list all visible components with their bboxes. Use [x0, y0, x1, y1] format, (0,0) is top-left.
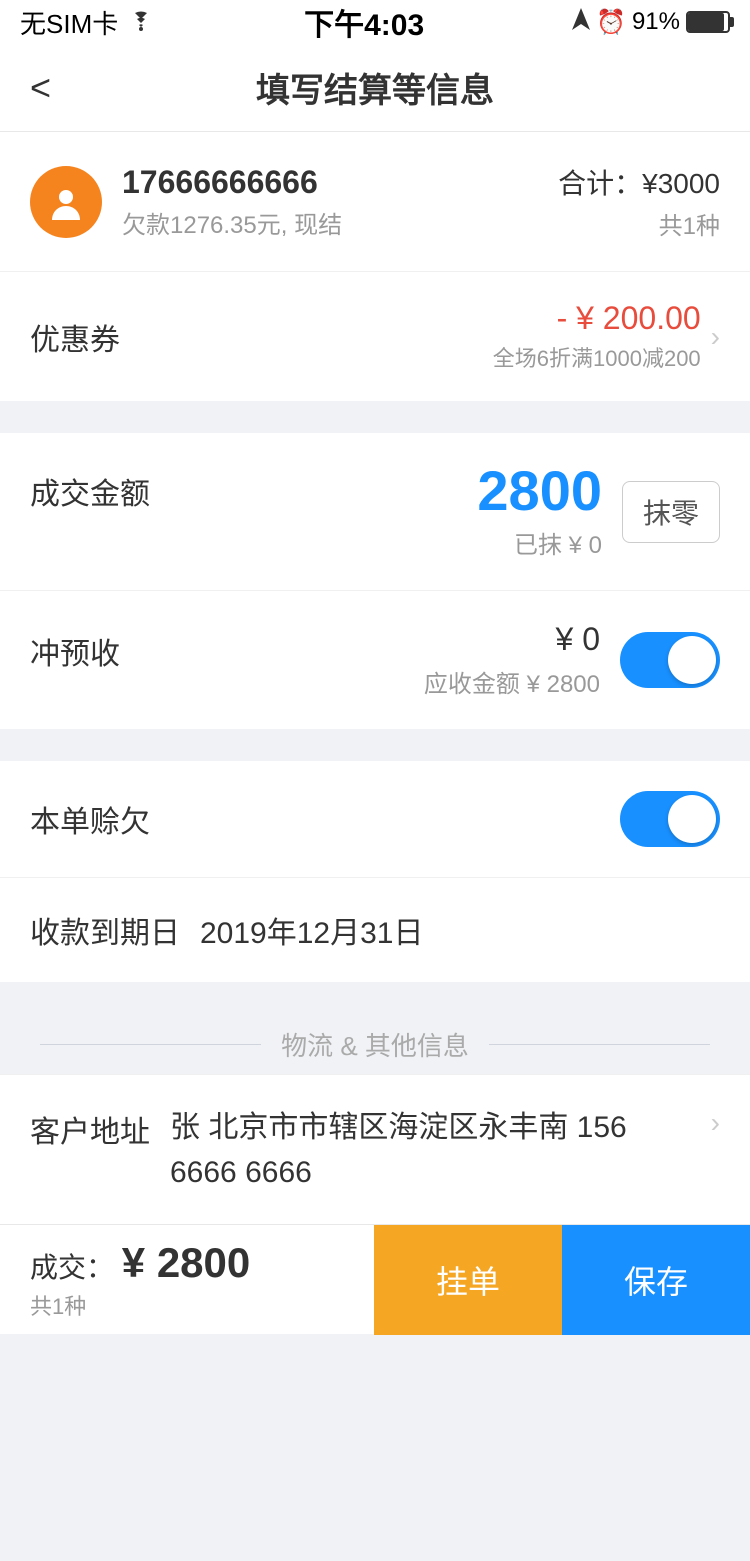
debit-toggle-thumb: [668, 795, 716, 843]
divider-line-left: [40, 1044, 261, 1045]
prepay-sub: 应收金额 ¥ 2800: [424, 664, 600, 699]
status-right: ⏰ 91%: [572, 8, 730, 37]
logistics-section-divider: 物流 & 其他信息: [0, 1014, 750, 1074]
page-title: 填写结算等信息: [256, 63, 494, 112]
alarm-icon: ⏰: [596, 8, 626, 37]
divider-line-right: [489, 1044, 710, 1045]
address-row[interactable]: 客户地址 张 北京市市辖区海淀区永丰南 156 6666 6666 ›: [0, 1074, 750, 1225]
total-count: 共1种: [558, 206, 720, 241]
address-value: 张 北京市市辖区海淀区永丰南 156 6666 6666: [170, 1105, 701, 1195]
gps-icon: [572, 8, 590, 37]
coupon-right: - ¥ 200.00 全场6折满1000减200 ›: [493, 300, 720, 373]
battery-icon: [686, 11, 730, 33]
bottom-bar: 成交： ¥ 2800 共1种 挂单 保存: [0, 1224, 750, 1334]
logistics-divider-text: 物流 & 其他信息: [281, 1026, 469, 1063]
save-button[interactable]: 保存: [562, 1225, 750, 1335]
content: 17666666666 欠款1276.35元, 现结 合计：¥3000 共1种 …: [0, 132, 750, 1561]
debit-row: 本单赊欠: [0, 761, 750, 877]
bottom-deal-row: 成交： ¥ 2800: [30, 1239, 344, 1287]
total-label: 合计：¥3000: [558, 162, 720, 202]
prepay-row: 冲预收 ¥ 0 应收金额 ¥ 2800: [0, 591, 750, 729]
carrier-text: 无SIM卡: [20, 4, 118, 41]
deal-number: 2800: [477, 463, 602, 519]
user-right: 合计：¥3000 共1种: [558, 162, 720, 241]
divider-3: [0, 998, 750, 1014]
divider-1: [0, 417, 750, 433]
deal-sub: 已抹 ¥ 0: [477, 525, 602, 560]
address-chevron-icon: ›: [711, 1105, 720, 1139]
prepay-right: ¥ 0 应收金额 ¥ 2800: [424, 621, 720, 699]
user-info: 17666666666 欠款1276.35元, 现结: [122, 164, 342, 240]
user-row: 17666666666 欠款1276.35元, 现结 合计：¥3000 共1种: [0, 132, 750, 271]
due-value: 2019年12月31日: [200, 908, 423, 952]
save-button-label: 保存: [624, 1257, 688, 1303]
status-left: 无SIM卡: [20, 4, 156, 41]
coupon-label: 优惠券: [30, 315, 120, 359]
bottom-deal-label: 成交：: [30, 1252, 114, 1283]
bottom-amount: ¥ 2800: [122, 1239, 250, 1286]
coupon-chevron-icon: ›: [711, 321, 720, 353]
round-button[interactable]: 抹零: [622, 481, 720, 543]
user-card: 17666666666 欠款1276.35元, 现结 合计：¥3000 共1种 …: [0, 132, 750, 401]
status-bar: 无SIM卡 下午4:03 ⏰ 91%: [0, 0, 750, 44]
divider-2: [0, 745, 750, 761]
coupon-desc: 全场6折满1000减200: [493, 341, 701, 373]
user-left: 17666666666 欠款1276.35元, 现结: [30, 164, 342, 240]
nav-bar: < 填写结算等信息: [0, 44, 750, 132]
prepay-toggle[interactable]: [620, 632, 720, 688]
address-card: 客户地址 张 北京市市辖区海淀区永丰南 156 6666 6666 ›: [0, 1074, 750, 1225]
debit-card: 本单赊欠 收款到期日 2019年12月31日: [0, 761, 750, 982]
debit-label: 本单赊欠: [30, 797, 150, 841]
bottom-count: 共1种: [30, 1289, 344, 1321]
due-row: 收款到期日 2019年12月31日: [0, 877, 750, 982]
coupon-row[interactable]: 优惠券 - ¥ 200.00 全场6折满1000减200 ›: [0, 271, 750, 401]
address-key: 客户地址: [30, 1105, 150, 1151]
amount-row: 成交金额 2800 已抹 ¥ 0 抹零: [0, 433, 750, 591]
amount-value: 2800 已抹 ¥ 0: [477, 463, 602, 560]
due-label: 收款到期日: [30, 908, 180, 952]
user-phone: 17666666666: [122, 164, 342, 201]
coupon-value-area: - ¥ 200.00 全场6折满1000减200: [493, 300, 701, 373]
hang-button-label: 挂单: [436, 1257, 500, 1303]
amount-right: 2800 已抹 ¥ 0 抹零: [477, 463, 720, 560]
user-desc: 欠款1276.35元, 现结: [122, 205, 342, 240]
back-button[interactable]: <: [30, 67, 51, 109]
prepay-toggle-thumb: [668, 636, 716, 684]
hang-button[interactable]: 挂单: [374, 1225, 562, 1335]
prepay-amount: ¥ 0: [424, 621, 600, 658]
coupon-amount: - ¥ 200.00: [493, 300, 701, 337]
deal-card: 成交金额 2800 已抹 ¥ 0 抹零 冲预收 ¥ 0 应收金额 ¥ 2800: [0, 433, 750, 729]
wifi-icon: [126, 7, 156, 38]
prepay-label: 冲预收: [30, 621, 120, 673]
debit-toggle[interactable]: [620, 791, 720, 847]
battery-percent: 91%: [632, 8, 680, 36]
battery-fill: [688, 13, 724, 31]
status-time: 下午4:03: [304, 0, 424, 44]
amount-label: 成交金额: [30, 463, 150, 513]
bottom-summary: 成交： ¥ 2800 共1种: [0, 1239, 374, 1321]
avatar: [30, 166, 102, 238]
divider-inner: 物流 & 其他信息: [0, 1026, 750, 1063]
prepay-amount-area: ¥ 0 应收金额 ¥ 2800: [424, 621, 600, 699]
